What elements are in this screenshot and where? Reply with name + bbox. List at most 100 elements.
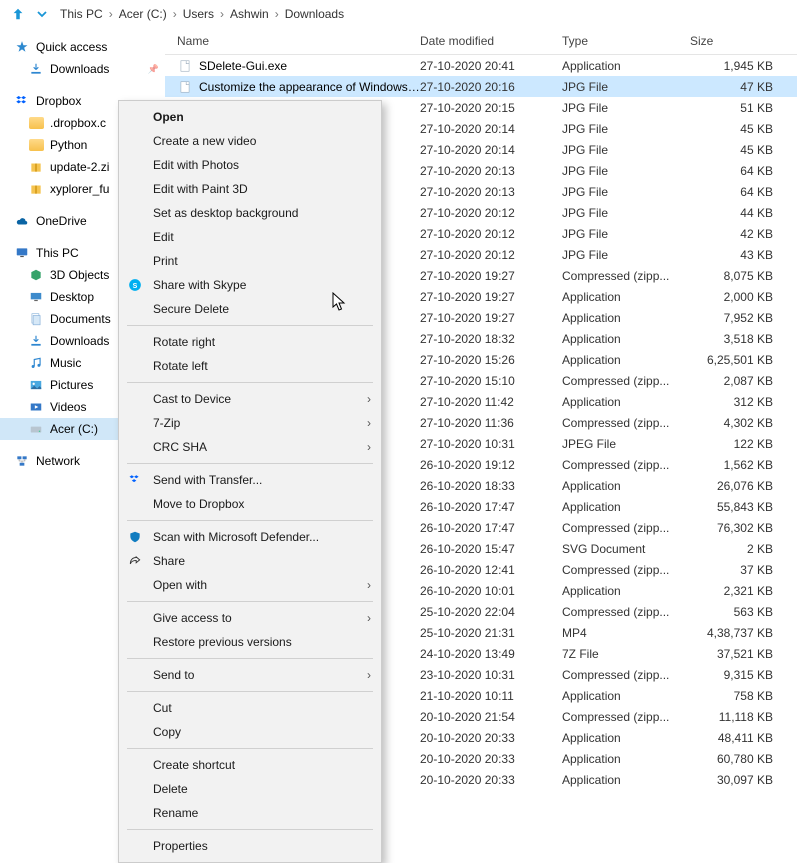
menu-item[interactable]: SShare with Skype <box>119 273 381 297</box>
file-size: 37 KB <box>690 563 797 577</box>
file-date: 20-10-2020 21:54 <box>420 710 562 724</box>
menu-item[interactable]: Open <box>119 105 381 129</box>
sidebar-quick-access[interactable]: Quick access <box>0 36 165 58</box>
menu-item[interactable]: Cut <box>119 696 381 720</box>
menu-item[interactable]: Create a new video <box>119 129 381 153</box>
file-type: Compressed (zipp... <box>562 521 690 535</box>
context-menu[interactable]: OpenCreate a new video Edit with Photos Ed… <box>118 100 382 863</box>
file-size: 47 KB <box>690 80 797 94</box>
cloud-icon <box>14 213 30 229</box>
file-date: 26-10-2020 10:01 <box>420 584 562 598</box>
file-size: 76,302 KB <box>690 521 797 535</box>
file-type: JPG File <box>562 143 690 157</box>
menu-item-label: Move to Dropbox <box>153 497 244 511</box>
dropdown-history-button[interactable] <box>32 4 52 24</box>
menu-separator <box>127 748 373 749</box>
column-type[interactable]: Type <box>562 34 690 48</box>
menu-item[interactable]: 7-Zip› <box>119 411 381 435</box>
file-size: 42 KB <box>690 227 797 241</box>
file-size: 43 KB <box>690 248 797 262</box>
file-date: 27-10-2020 20:15 <box>420 101 562 115</box>
file-type: Application <box>562 479 690 493</box>
file-size: 64 KB <box>690 164 797 178</box>
file-type: Application <box>562 773 690 787</box>
chevron-right-icon[interactable]: › <box>218 7 226 21</box>
menu-item[interactable]: CRC SHA› <box>119 435 381 459</box>
menu-item[interactable]: Open with› <box>119 573 381 597</box>
sidebar-item[interactable]: Downloads <box>0 58 165 80</box>
menu-item[interactable]: Scan with Microsoft Defender... <box>119 525 381 549</box>
nav-up-button[interactable] <box>8 4 28 24</box>
file-type: Application <box>562 311 690 325</box>
file-date: 24-10-2020 13:49 <box>420 647 562 661</box>
file-date: 27-10-2020 20:12 <box>420 227 562 241</box>
menu-item-label: Restore previous versions <box>153 635 292 649</box>
menu-item[interactable]: Edit with Photos <box>119 153 381 177</box>
menu-item[interactable]: Cast to Device› <box>119 387 381 411</box>
file-type: JPG File <box>562 248 690 262</box>
menu-item[interactable]: Set as desktop background <box>119 201 381 225</box>
file-row[interactable]: SDelete-Gui.exe27-10-2020 20:41Applicati… <box>165 55 797 76</box>
menu-item[interactable]: Properties <box>119 834 381 858</box>
file-size: 2,321 KB <box>690 584 797 598</box>
file-date: 21-10-2020 10:11 <box>420 689 562 703</box>
chevron-right-icon: › <box>367 611 371 625</box>
file-size: 26,076 KB <box>690 479 797 493</box>
sidebar-item-label: .dropbox.c <box>50 116 106 130</box>
breadcrumb-segment[interactable]: Ashwin <box>226 5 273 23</box>
menu-item-label: Cut <box>153 701 172 715</box>
menu-item[interactable]: Print <box>119 249 381 273</box>
menu-item-label: Send with Transfer... <box>153 473 262 487</box>
chevron-right-icon: › <box>367 668 371 682</box>
menu-item[interactable]: Copy <box>119 720 381 744</box>
breadcrumb[interactable]: This PC›Acer (C:)›Users›Ashwin›Downloads <box>0 0 797 28</box>
menu-item-label: Send to <box>153 668 194 682</box>
file-type: Application <box>562 500 690 514</box>
menu-separator <box>127 829 373 830</box>
menu-item[interactable]: Rotate right <box>119 330 381 354</box>
menu-item[interactable]: Send with Transfer... <box>119 468 381 492</box>
column-date[interactable]: Date modified <box>420 34 562 48</box>
pictures-icon <box>28 377 44 393</box>
menu-item[interactable]: Give access to › <box>119 606 381 630</box>
menu-item[interactable]: Send to › <box>119 663 381 687</box>
file-icon <box>177 79 193 95</box>
menu-separator <box>127 691 373 692</box>
chevron-right-icon[interactable]: › <box>107 7 115 21</box>
menu-item[interactable]: Edit <box>119 225 381 249</box>
sidebar-label: This PC <box>36 246 79 260</box>
file-date: 26-10-2020 19:12 <box>420 458 562 472</box>
file-type: 7Z File <box>562 647 690 661</box>
menu-item-label: Edit <box>153 230 174 244</box>
file-size: 11,118 KB <box>690 710 797 724</box>
menu-item[interactable]: Edit with Paint 3D <box>119 177 381 201</box>
file-date: 27-10-2020 11:42 <box>420 395 562 409</box>
chevron-right-icon[interactable]: › <box>171 7 179 21</box>
menu-item[interactable]: Rename <box>119 801 381 825</box>
menu-item-label: Give access to <box>153 611 232 625</box>
file-type: Compressed (zipp... <box>562 668 690 682</box>
file-date: 20-10-2020 20:33 <box>420 773 562 787</box>
file-type: Application <box>562 584 690 598</box>
column-size[interactable]: Size <box>690 34 797 48</box>
menu-item[interactable]: Move to Dropbox <box>119 492 381 516</box>
file-type: JPG File <box>562 122 690 136</box>
breadcrumb-segment[interactable]: This PC <box>56 5 107 23</box>
file-type: Compressed (zipp... <box>562 563 690 577</box>
column-name[interactable]: Name <box>165 34 420 48</box>
menu-item[interactable]: Share <box>119 549 381 573</box>
menu-item[interactable]: Secure Delete <box>119 297 381 321</box>
file-date: 26-10-2020 17:47 <box>420 521 562 535</box>
file-row[interactable]: Customize the appearance of Windows 1...… <box>165 76 797 97</box>
chevron-right-icon[interactable]: › <box>273 7 281 21</box>
breadcrumb-segment[interactable]: Acer (C:) <box>115 5 171 23</box>
menu-item[interactable]: Create shortcut <box>119 753 381 777</box>
menu-item-label: Edit with Photos <box>153 158 239 172</box>
menu-item[interactable]: Rotate left <box>119 354 381 378</box>
breadcrumb-segment[interactable]: Downloads <box>281 5 348 23</box>
menu-item[interactable]: Restore previous versions <box>119 630 381 654</box>
breadcrumb-segment[interactable]: Users <box>179 5 218 23</box>
column-headers[interactable]: Name Date modified Type Size <box>165 28 797 55</box>
menu-item[interactable]: Delete <box>119 777 381 801</box>
file-type: Compressed (zipp... <box>562 416 690 430</box>
